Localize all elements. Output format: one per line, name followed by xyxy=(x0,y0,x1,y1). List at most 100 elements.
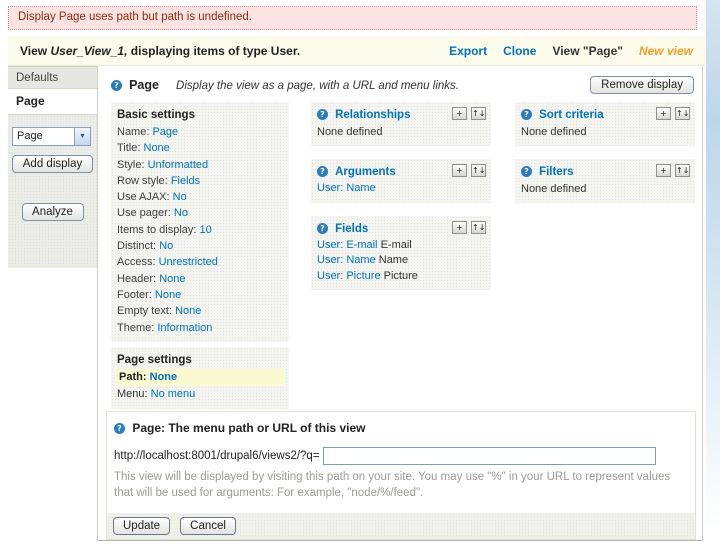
display-type-select[interactable]: Page ▼ xyxy=(12,127,91,146)
sidebar-body: Page ▼ Add display Analyze xyxy=(8,115,97,268)
setting-value-link[interactable]: Information xyxy=(157,322,212,334)
setting-row: Row style: Fields xyxy=(117,173,283,189)
add-icon[interactable]: + xyxy=(451,107,467,120)
argument-row: User: Name xyxy=(317,181,485,197)
page-background-gradient xyxy=(706,0,720,545)
argument-link[interactable]: User: Name xyxy=(317,182,376,194)
field-label: Picture xyxy=(383,269,418,282)
help-icon[interactable]: ? xyxy=(111,80,122,91)
view-page-link[interactable]: View "Page" xyxy=(552,44,623,58)
setting-row: Items to display: 10 xyxy=(117,222,283,238)
analyze-button[interactable]: Analyze xyxy=(21,203,84,221)
new-view-link[interactable]: New view xyxy=(639,44,693,58)
field-link[interactable]: User: Picture xyxy=(317,270,381,282)
view-name: User_View_1, xyxy=(50,43,128,58)
box-controls: + ↑↓ xyxy=(655,107,690,120)
setting-label: Distinct: xyxy=(117,240,157,253)
box-controls: + ↑↓ xyxy=(655,164,690,177)
menu-value-link[interactable]: No menu xyxy=(151,388,196,400)
help-icon[interactable]: ? xyxy=(317,222,328,234)
setting-value-link[interactable]: None xyxy=(155,289,181,301)
fields-title-link[interactable]: Fields xyxy=(335,223,368,235)
box-controls: + ↑↓ xyxy=(451,220,486,234)
field-link[interactable]: User: E-mail xyxy=(317,239,378,251)
error-message-text: Display Page uses path but path is undef… xyxy=(18,11,252,23)
help-icon[interactable]: ? xyxy=(114,423,125,434)
error-message: Display Page uses path but path is undef… xyxy=(8,6,697,30)
sort-criteria-empty: None defined xyxy=(521,126,587,138)
update-button[interactable]: Update xyxy=(113,517,171,535)
view-header: View User_View_1, displaying items of ty… xyxy=(8,36,705,66)
setting-label: Footer: xyxy=(117,288,152,301)
views-ui-page: Display Page uses path but path is undef… xyxy=(0,0,720,558)
setting-row: Use pager: No xyxy=(117,205,283,221)
setting-value-link[interactable]: No xyxy=(159,240,173,252)
view-title-suffix: displaying items of type User. xyxy=(130,43,301,58)
menu-label: Menu: xyxy=(117,387,148,400)
setting-value-link[interactable]: No xyxy=(174,207,188,219)
setting-value-link[interactable]: None xyxy=(144,142,170,154)
relationships-box: + ↑↓ ? Relationships None defined xyxy=(311,102,491,146)
setting-value-link[interactable]: None xyxy=(159,273,185,285)
add-icon[interactable]: + xyxy=(451,220,467,234)
field-link[interactable]: User: Name xyxy=(317,254,376,266)
setting-value-link[interactable]: No xyxy=(173,191,187,203)
path-input-row: http://localhost:8001/drupal6/views2/?q= xyxy=(114,447,695,465)
add-display-button[interactable]: Add display xyxy=(12,155,93,173)
field-label: Name xyxy=(378,254,409,266)
add-icon[interactable]: + xyxy=(655,107,671,120)
setting-value-link[interactable]: None xyxy=(175,305,201,317)
help-icon[interactable]: ? xyxy=(521,166,532,177)
help-icon[interactable]: ? xyxy=(317,109,328,120)
setting-row: Use AJAX: No xyxy=(117,189,283,205)
field-label: E-mail xyxy=(380,238,412,251)
tab-page[interactable]: Page xyxy=(8,89,97,115)
path-form: ? Page: The menu path or URL of this vie… xyxy=(106,411,696,540)
setting-value-link[interactable]: 10 xyxy=(200,224,212,236)
add-icon[interactable]: + xyxy=(451,164,467,177)
setting-label: Access: xyxy=(117,256,156,269)
display-settings-panel: ? Page Display the view as a page, with … xyxy=(97,66,703,541)
fields-box: + ↑↓ ? Fields User: E-mail E-mail User: … xyxy=(311,215,491,290)
export-link[interactable]: Export xyxy=(449,44,487,58)
setting-value-link[interactable]: Unformatted xyxy=(148,159,209,171)
basic-settings-title: Basic settings xyxy=(117,109,195,121)
help-icon[interactable]: ? xyxy=(317,166,328,177)
setting-value-link[interactable]: Unrestricted xyxy=(159,256,218,268)
path-help-text: This view will be displayed by visiting … xyxy=(114,471,671,499)
setting-value-link[interactable]: Page xyxy=(152,126,178,138)
setting-label: Theme: xyxy=(117,321,155,334)
display-description: Display the view as a page, with a URL a… xyxy=(176,80,459,92)
rearrange-icon[interactable]: ↑↓ xyxy=(471,107,486,120)
setting-label: Use pager: xyxy=(117,207,171,220)
chevron-down-icon[interactable]: ▼ xyxy=(74,128,90,145)
url-prefix: http://localhost:8001/drupal6/views2/?q= xyxy=(114,450,320,462)
arguments-box: + ↑↓ ? Arguments User: Name xyxy=(311,159,491,203)
filters-empty: None defined xyxy=(521,183,587,195)
setting-row: Name: Page xyxy=(117,124,283,140)
filters-title-link[interactable]: Filters xyxy=(539,166,574,178)
arguments-title-link[interactable]: Arguments xyxy=(335,166,396,178)
settings-column-3: + ↑↓ ? Sort criteria None defined + ↑↓ ?… xyxy=(515,102,695,216)
rearrange-icon[interactable]: ↑↓ xyxy=(471,164,486,177)
setting-value-link[interactable]: Fields xyxy=(171,175,200,187)
tab-defaults[interactable]: Defaults xyxy=(8,66,97,89)
path-input[interactable] xyxy=(322,447,656,465)
settings-column-2: + ↑↓ ? Relationships None defined + ↑↓ ?… xyxy=(311,102,491,303)
rearrange-icon[interactable]: ↑↓ xyxy=(471,220,486,234)
display-title: Page xyxy=(129,78,159,92)
setting-label: Empty text: xyxy=(117,305,173,318)
path-label: Path: xyxy=(119,370,147,383)
basic-settings-box: Basic settings Name: Page Title: None St… xyxy=(111,102,289,342)
rearrange-icon[interactable]: ↑↓ xyxy=(675,164,690,177)
setting-row: Footer: None xyxy=(117,287,283,303)
help-icon[interactable]: ? xyxy=(521,109,532,120)
sort-criteria-title-link[interactable]: Sort criteria xyxy=(539,109,604,121)
relationships-title-link[interactable]: Relationships xyxy=(335,109,410,121)
path-value-link[interactable]: None xyxy=(150,371,178,383)
add-icon[interactable]: + xyxy=(655,164,671,177)
remove-display-button[interactable]: Remove display xyxy=(590,76,694,94)
clone-link[interactable]: Clone xyxy=(503,44,536,58)
rearrange-icon[interactable]: ↑↓ xyxy=(675,107,690,120)
cancel-button[interactable]: Cancel xyxy=(180,517,236,535)
